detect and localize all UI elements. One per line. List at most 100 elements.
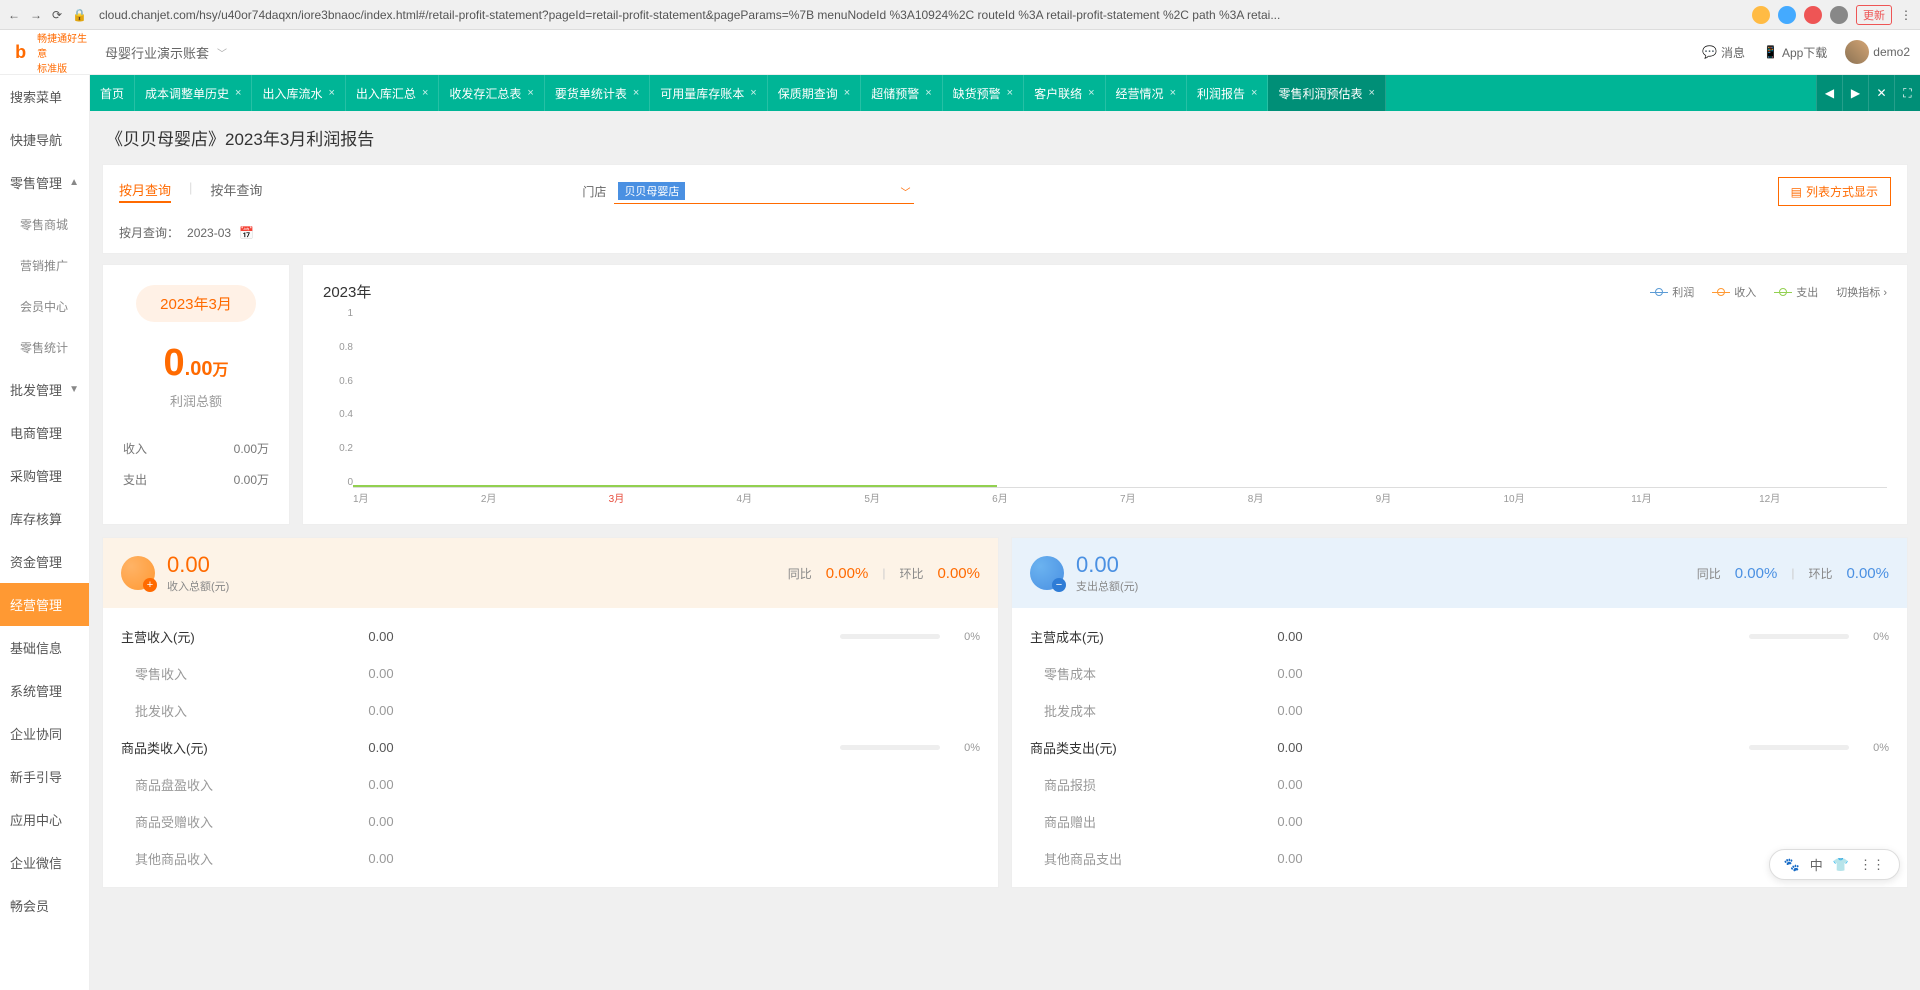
ext-icon-2[interactable] bbox=[1778, 6, 1796, 24]
sidebar-item[interactable]: 畅会员 bbox=[0, 884, 89, 927]
sidebar-item[interactable]: 企业协同 bbox=[0, 712, 89, 755]
sidebar-item[interactable]: 快捷导航 bbox=[0, 118, 89, 161]
tab[interactable]: 要货单统计表× bbox=[545, 75, 650, 111]
tabs-next-button[interactable]: ▶ bbox=[1842, 75, 1868, 111]
detail-row: 主营成本(元)0.000% bbox=[1030, 618, 1889, 655]
chart-expense-line bbox=[353, 485, 997, 487]
tab[interactable]: 可用量库存账本× bbox=[650, 75, 767, 111]
ext-icon-1[interactable] bbox=[1752, 6, 1770, 24]
avatar bbox=[1845, 40, 1869, 64]
sidebar-item[interactable]: 会员中心 bbox=[0, 286, 89, 327]
tabs-close-button[interactable]: ✕ bbox=[1868, 75, 1894, 111]
lang-widget[interactable]: 🐾 中 👕 ⋮⋮ bbox=[1769, 849, 1900, 880]
close-icon[interactable]: × bbox=[527, 87, 533, 99]
account-selector[interactable]: 母婴行业演示账套 ﹀ bbox=[105, 43, 227, 62]
legend-income[interactable]: 收入 bbox=[1712, 284, 1756, 300]
summary-card: 2023年3月 0.00万 利润总额 收入0.00万 支出0.00万 bbox=[102, 264, 290, 525]
chart-year: 2023年 bbox=[323, 281, 371, 302]
app-download-link[interactable]: 📱App下载 bbox=[1763, 44, 1827, 61]
store-select[interactable]: 贝贝母婴店 ﹀ bbox=[614, 179, 914, 204]
tab[interactable]: 收发存汇总表× bbox=[439, 75, 544, 111]
sidebar-item[interactable]: 基础信息 bbox=[0, 626, 89, 669]
sidebar-item[interactable]: 库存核算 bbox=[0, 497, 89, 540]
close-icon[interactable]: × bbox=[1368, 87, 1374, 99]
detail-row: 商品类收入(元)0.000% bbox=[121, 729, 980, 766]
ext-icon-3[interactable] bbox=[1804, 6, 1822, 24]
close-icon[interactable]: × bbox=[1251, 87, 1257, 99]
sidebar-item[interactable]: 批发管理▼ bbox=[0, 368, 89, 411]
url-bar[interactable]: cloud.chanjet.com/hsy/u40or74daqxn/iore3… bbox=[99, 8, 1752, 22]
messages-link[interactable]: 💬消息 bbox=[1702, 44, 1745, 61]
sidebar-item[interactable]: 企业微信 bbox=[0, 841, 89, 884]
calendar-icon[interactable]: 📅 bbox=[239, 226, 254, 240]
brand-name: 畅捷通好生意 bbox=[37, 30, 90, 60]
close-icon[interactable]: × bbox=[328, 87, 334, 99]
ext-icon-4[interactable] bbox=[1830, 6, 1848, 24]
sidebar-item[interactable]: 零售商城 bbox=[0, 204, 89, 245]
close-icon[interactable]: × bbox=[1088, 87, 1094, 99]
income-pane: 0.00 收入总额(元) 同比 0.00% | 环比 0.00% 主营收入(元)… bbox=[102, 537, 999, 888]
user-menu[interactable]: demo2 bbox=[1845, 40, 1910, 64]
sidebar-item[interactable]: 系统管理 bbox=[0, 669, 89, 712]
forward-icon[interactable]: → bbox=[30, 8, 42, 22]
chart-x-axis: 1月2月3月4月5月6月7月8月9月10月11月12月 bbox=[353, 490, 1887, 508]
tab[interactable]: 缺货预警× bbox=[943, 75, 1024, 111]
detail-row: 批发成本0.00 bbox=[1030, 692, 1889, 729]
close-icon[interactable]: × bbox=[422, 87, 428, 99]
query-month-tab[interactable]: 按月查询 bbox=[119, 180, 171, 203]
sidebar-item[interactable]: 零售管理▲ bbox=[0, 161, 89, 204]
tab[interactable]: 零售利润预估表× bbox=[1268, 75, 1385, 111]
tabs-bar: 首页成本调整单历史×出入库流水×出入库汇总×收发存汇总表×要货单统计表×可用量库… bbox=[90, 75, 1920, 111]
tabs-prev-button[interactable]: ◀ bbox=[1816, 75, 1842, 111]
close-icon[interactable]: × bbox=[235, 87, 241, 99]
tab[interactable]: 成本调整单历史× bbox=[135, 75, 252, 111]
tab[interactable]: 保质期查询× bbox=[768, 75, 861, 111]
shirt-icon: 👕 bbox=[1833, 857, 1849, 873]
expense-label: 支出总额(元) bbox=[1076, 578, 1138, 594]
close-icon[interactable]: × bbox=[1170, 87, 1176, 99]
expense-pane: 0.00 支出总额(元) 同比 0.00% | 环比 0.00% 主营成本(元)… bbox=[1011, 537, 1908, 888]
query-year-tab[interactable]: 按年查询 bbox=[210, 180, 262, 203]
back-icon[interactable]: ← bbox=[8, 8, 20, 22]
tab[interactable]: 出入库流水× bbox=[252, 75, 345, 111]
income-amount: 0.00 bbox=[167, 552, 229, 578]
reload-icon[interactable]: ⟳ bbox=[52, 8, 62, 22]
update-button[interactable]: 更新 bbox=[1856, 5, 1892, 25]
chevron-down-icon: ﹀ bbox=[217, 45, 227, 60]
detail-row: 主营收入(元)0.000% bbox=[121, 618, 980, 655]
sidebar-item[interactable]: 零售统计 bbox=[0, 327, 89, 368]
legend-profit[interactable]: 利润 bbox=[1650, 284, 1694, 300]
tab[interactable]: 经营情况× bbox=[1106, 75, 1187, 111]
menu-icon[interactable]: ⋮ bbox=[1900, 8, 1912, 22]
store-tag: 贝贝母婴店 bbox=[618, 182, 685, 200]
page-title: 《贝贝母婴店》2023年3月利润报告 bbox=[102, 111, 1908, 164]
close-icon[interactable]: × bbox=[750, 87, 756, 99]
sidebar-item[interactable]: 搜索菜单 bbox=[0, 75, 89, 118]
sidebar-item[interactable]: 应用中心 bbox=[0, 798, 89, 841]
sidebar-item[interactable]: 采购管理 bbox=[0, 454, 89, 497]
tab[interactable]: 首页 bbox=[90, 75, 135, 111]
close-icon[interactable]: × bbox=[1007, 87, 1013, 99]
sidebar-item[interactable]: 资金管理 bbox=[0, 540, 89, 583]
tabs-expand-button[interactable]: ⛶ bbox=[1894, 75, 1920, 111]
tab[interactable]: 超储预警× bbox=[861, 75, 942, 111]
lock-icon: 🔒 bbox=[72, 8, 87, 22]
tab[interactable]: 出入库汇总× bbox=[346, 75, 439, 111]
legend-expense[interactable]: 支出 bbox=[1774, 284, 1818, 300]
phone-icon: 📱 bbox=[1763, 45, 1778, 59]
tab[interactable]: 利润报告× bbox=[1187, 75, 1268, 111]
tab[interactable]: 客户联络× bbox=[1024, 75, 1105, 111]
month-value: 2023-03 bbox=[187, 226, 231, 240]
switch-indicator[interactable]: 切换指标 › bbox=[1836, 284, 1887, 300]
close-icon[interactable]: × bbox=[633, 87, 639, 99]
sidebar-item[interactable]: 经营管理 bbox=[0, 583, 89, 626]
detail-row: 其他商品收入0.00 bbox=[121, 840, 980, 877]
sidebar-item[interactable]: 电商管理 bbox=[0, 411, 89, 454]
detail-row: 商品盘盈收入0.00 bbox=[121, 766, 980, 803]
close-icon[interactable]: × bbox=[844, 87, 850, 99]
detail-row: 其他商品支出0.00 bbox=[1030, 840, 1889, 877]
close-icon[interactable]: × bbox=[925, 87, 931, 99]
list-view-button[interactable]: ▤ 列表方式显示 bbox=[1778, 177, 1891, 206]
sidebar-item[interactable]: 营销推广 bbox=[0, 245, 89, 286]
sidebar-item[interactable]: 新手引导 bbox=[0, 755, 89, 798]
